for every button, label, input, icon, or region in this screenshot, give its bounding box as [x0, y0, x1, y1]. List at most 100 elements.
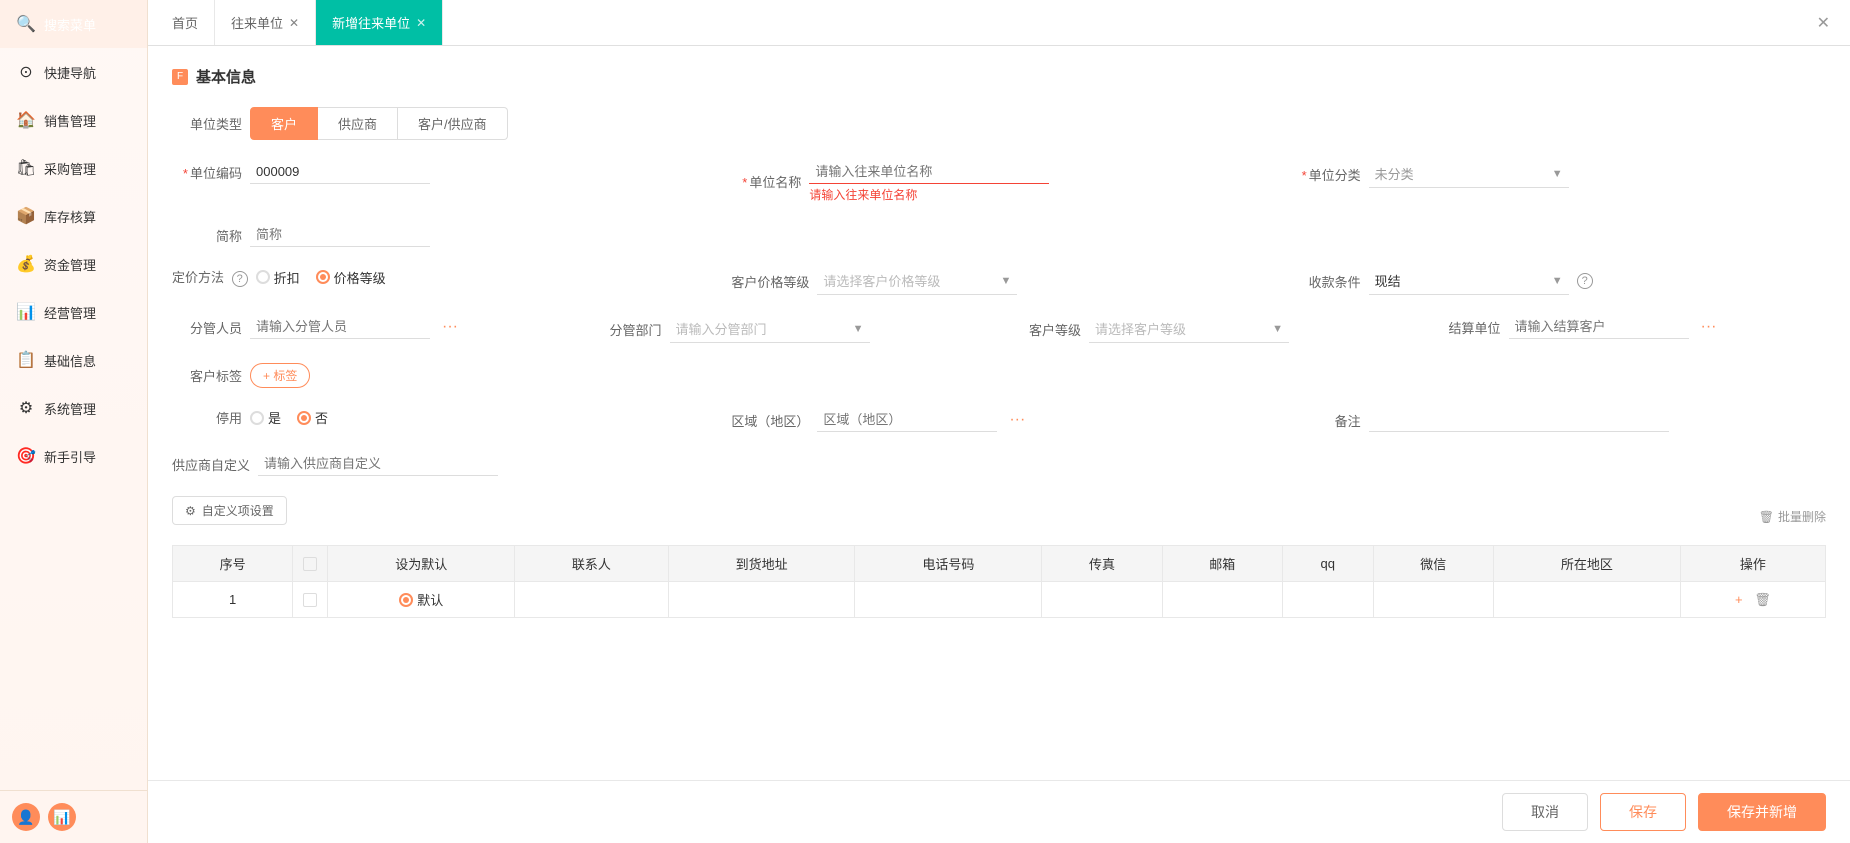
customer-level-label: 客户等级: [1011, 320, 1081, 339]
unit-name-wrapper: 请输入往来单位名称: [809, 160, 1049, 203]
tab-new-partner-close[interactable]: ✕: [416, 16, 426, 30]
tab-new-partner[interactable]: 新增往来单位 ✕: [316, 0, 443, 45]
th-default: 设为默认: [328, 546, 515, 582]
th-fax: 传真: [1042, 546, 1162, 582]
main-area: 首页 往来单位 ✕ 新增往来单位 ✕ ✕ F 基本信息 单位类型 客户 供应商 …: [148, 0, 1850, 843]
sidebar-item-finance[interactable]: 💰 资金管理: [0, 240, 147, 288]
tab-partners[interactable]: 往来单位 ✕: [215, 0, 316, 45]
save-button[interactable]: 保存: [1600, 793, 1686, 831]
sidebar-item-basic[interactable]: 📋 基础信息: [0, 336, 147, 384]
supplier-custom-label: 供应商自定义: [172, 455, 250, 474]
unit-type-supplier[interactable]: 供应商: [318, 107, 398, 140]
manager-input[interactable]: [250, 315, 430, 339]
th-action: 操作: [1680, 546, 1825, 582]
unit-name-input[interactable]: [809, 160, 1049, 184]
customer-level-select[interactable]: 请选择客户等级 ▼: [1089, 315, 1289, 343]
settlement-unit-more-btn[interactable]: ···: [1697, 318, 1721, 336]
customer-level-chevron: ▼: [1272, 323, 1283, 335]
sidebar-item-sales[interactable]: 🏠 销售管理: [0, 96, 147, 144]
tab-partners-close[interactable]: ✕: [289, 16, 299, 30]
unit-category-field: *单位分类 未分类 ▼: [1291, 160, 1826, 188]
sidebar-item-guide[interactable]: 🎯 新手引导: [0, 432, 147, 480]
unit-code-input[interactable]: [250, 160, 430, 184]
sidebar-item-quick-nav[interactable]: ⊙ 快捷导航: [0, 48, 147, 96]
sidebar-bottom: 👤 📊: [0, 790, 147, 843]
payment-terms-label: 收款条件: [1291, 272, 1361, 291]
th-checkbox: [293, 546, 328, 582]
purchase-icon: 🛍: [16, 158, 36, 178]
customer-level-field: 客户等级 请选择客户等级 ▼: [1011, 315, 1407, 343]
sidebar-bottom-btn1[interactable]: 👤: [12, 803, 40, 831]
sidebar-item-system[interactable]: ⚙ 系统管理: [0, 384, 147, 432]
unit-type-both[interactable]: 客户/供应商: [398, 107, 508, 140]
sidebar-label-guide: 新手引导: [44, 447, 96, 466]
cell-action: + 🗑: [1680, 582, 1825, 618]
operation-icon: 📊: [16, 302, 36, 322]
manager-more-btn[interactable]: ···: [438, 318, 462, 336]
pricing-level-radio: [316, 270, 330, 284]
sidebar-item-purchase[interactable]: 🛍 采购管理: [0, 144, 147, 192]
pricing-method-field: 定价方法 ? 折扣 价格等级: [172, 267, 707, 287]
payment-terms-value: 现结: [1375, 271, 1548, 290]
payment-terms-select[interactable]: 现结 ▼: [1369, 267, 1569, 295]
add-tag-label: + 标签: [263, 367, 297, 384]
cell-wechat: [1373, 582, 1493, 618]
sidebar-label-operation: 经营管理: [44, 303, 96, 322]
unit-category-select[interactable]: 未分类 ▼: [1369, 160, 1569, 188]
th-seq: 序号: [173, 546, 293, 582]
disabled-no[interactable]: 否: [297, 408, 328, 427]
pricing-discount[interactable]: 折扣: [256, 268, 300, 287]
customer-price-level-select[interactable]: 请选择客户价格等级 ▼: [817, 267, 1017, 295]
sidebar-label-purchase: 采购管理: [44, 159, 96, 178]
supplier-custom-input[interactable]: [258, 452, 498, 476]
batch-delete-btn[interactable]: 🗑 批量删除: [1759, 508, 1826, 525]
short-name-input[interactable]: [250, 223, 430, 247]
settlement-unit-input[interactable]: [1509, 315, 1689, 339]
custom-settings-btn[interactable]: ⚙ 自定义项设置: [172, 496, 287, 525]
disabled-label: 停用: [172, 408, 242, 427]
department-select[interactable]: 请输入分管部门 ▼: [670, 315, 870, 343]
delete-row-btn[interactable]: 🗑: [1754, 592, 1771, 607]
window-close-btn[interactable]: ✕: [1805, 13, 1842, 33]
add-row-btn[interactable]: +: [1735, 592, 1743, 607]
guide-icon: 🎯: [16, 446, 36, 466]
finance-icon: 💰: [16, 254, 36, 274]
payment-terms-help[interactable]: ?: [1577, 273, 1593, 289]
add-tag-btn[interactable]: + 标签: [250, 363, 310, 388]
sidebar: 🔍 搜索菜单 ⊙ 快捷导航 🏠 销售管理 🛍 采购管理 📦 库存核算 💰 资金管…: [0, 0, 148, 843]
manager-label: 分管人员: [172, 318, 242, 337]
tab-new-partner-label: 新增往来单位: [332, 13, 410, 32]
inventory-icon: 📦: [16, 206, 36, 226]
form-content: F 基本信息 单位类型 客户 供应商 客户/供应商 *单位编码: [148, 46, 1850, 780]
sidebar-item-inventory[interactable]: 📦 库存核算: [0, 192, 147, 240]
disabled-yes[interactable]: 是: [250, 408, 281, 427]
unit-info-row: *单位编码 *单位名称 请输入往来单位名称 *单位分类 未分类: [172, 160, 1826, 203]
disabled-yes-radio: [250, 411, 264, 425]
remarks-label: 备注: [1291, 411, 1361, 430]
pricing-discount-radio: [256, 270, 270, 284]
region-more-btn[interactable]: ···: [1005, 411, 1029, 429]
contact-table: 序号 设为默认 联系人 到货地址 电话号码 传真 邮箱 qq 微信 所在地区 操…: [172, 545, 1826, 618]
select-all-checkbox[interactable]: [303, 557, 317, 571]
sidebar-bottom-btn2[interactable]: 📊: [48, 803, 76, 831]
cancel-button[interactable]: 取消: [1502, 793, 1588, 831]
disabled-radio-group: 是 否: [250, 408, 328, 427]
unit-code-field: *单位编码: [172, 160, 707, 184]
remarks-input[interactable]: [1369, 408, 1669, 432]
basic-icon: 📋: [16, 350, 36, 370]
sidebar-item-operation[interactable]: 📊 经营管理: [0, 288, 147, 336]
set-default-radio[interactable]: 默认: [338, 590, 504, 609]
pricing-level[interactable]: 价格等级: [316, 268, 386, 287]
unit-type-label: 单位类型: [172, 114, 242, 133]
pricing-method-help[interactable]: ?: [232, 271, 248, 287]
sidebar-item-search[interactable]: 🔍 搜索菜单: [0, 0, 147, 48]
unit-type-customer[interactable]: 客户: [250, 107, 318, 140]
row-checkbox[interactable]: [303, 593, 317, 607]
region-input[interactable]: [817, 408, 997, 432]
cell-default: 默认: [328, 582, 515, 618]
save-new-button[interactable]: 保存并新增: [1698, 793, 1826, 831]
region-label: 区域（地区）: [731, 411, 809, 430]
tab-home[interactable]: 首页: [156, 0, 215, 45]
manager-field: 分管人员 ···: [172, 315, 568, 339]
sales-icon: 🏠: [16, 110, 36, 130]
